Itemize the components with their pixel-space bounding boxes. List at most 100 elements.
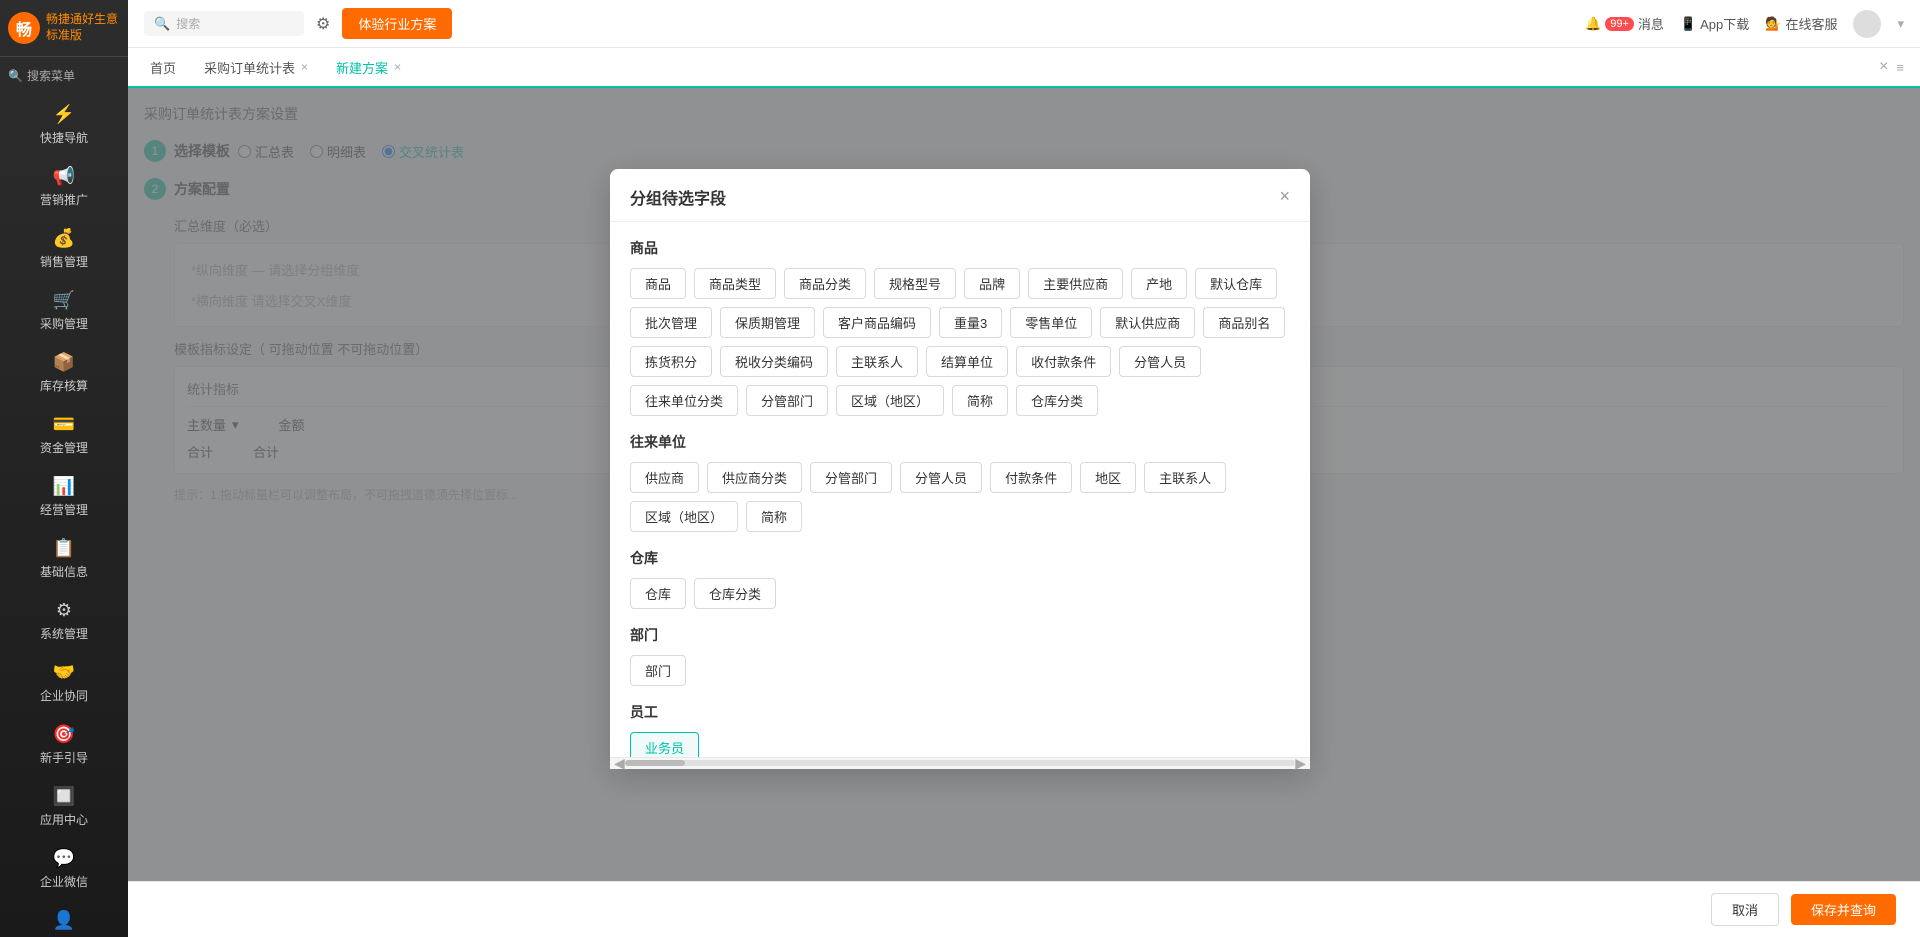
section-title-department: 部门 <box>630 625 1290 645</box>
service-icon: 💁 <box>1765 16 1781 32</box>
field-tag-payment-cond[interactable]: 付款条件 <box>990 462 1072 493</box>
field-tag-settlement-unit[interactable]: 结算单位 <box>926 346 1008 377</box>
corp-icon: 🤝 <box>53 662 75 683</box>
topbar-settings-icon[interactable]: ⚙ <box>316 14 330 34</box>
tab-home[interactable]: 首页 <box>136 48 190 88</box>
field-tag-region2-cp[interactable]: 区域（地区） <box>630 501 738 532</box>
field-grid-warehouse: 仓库仓库分类 <box>630 578 1290 609</box>
sidebar-item-finance[interactable]: 💳 资金管理 <box>0 404 128 466</box>
experience-btn[interactable]: 体验行业方案 <box>342 8 452 39</box>
tab-new-plan-close[interactable]: × <box>394 60 401 74</box>
sidebar-search[interactable]: 🔍 搜索菜单 <box>0 57 128 94</box>
field-tag-brand[interactable]: 品牌 <box>964 268 1020 299</box>
sidebar-item-purchase[interactable]: 🛒 采购管理 <box>0 280 128 342</box>
field-tag-retail-unit[interactable]: 零售单位 <box>1010 307 1092 338</box>
tab-purchase-stats[interactable]: 采购订单统计表 × <box>190 48 322 88</box>
bell-icon: 🔔 <box>1585 16 1601 32</box>
dialog-close-button[interactable]: × <box>1279 186 1290 207</box>
nav-tabs: 首页 采购订单统计表 × 新建方案 × × ≡ <box>128 48 1920 88</box>
user-dropdown-icon[interactable]: ▾ <box>1897 16 1904 32</box>
search-icon: 🔍 <box>8 69 23 83</box>
field-tag-abbr-cp[interactable]: 简称 <box>746 501 802 532</box>
system-icon: ⚙ <box>56 600 72 621</box>
logo-icon: 畅 <box>8 12 40 44</box>
field-tag-dept-mgmt[interactable]: 分管部门 <box>746 385 828 416</box>
field-tag-mgmt-person[interactable]: 分管人员 <box>900 462 982 493</box>
field-tag-mgmt-dept[interactable]: 分管部门 <box>810 462 892 493</box>
app-download-area[interactable]: 📱 App下载 <box>1680 14 1749 33</box>
section-title-warehouse: 仓库 <box>630 548 1290 568</box>
sidebar-item-corp[interactable]: 🤝 企业协同 <box>0 652 128 714</box>
sidebar-item-basic[interactable]: 📋 基础信息 <box>0 528 128 590</box>
online-service-area[interactable]: 💁 在线客服 <box>1765 14 1837 33</box>
field-tag-payment-terms[interactable]: 收付款条件 <box>1016 346 1111 377</box>
sidebar-item-sales[interactable]: 💰 销售管理 <box>0 218 128 280</box>
field-tag-tax-code[interactable]: 税收分类编码 <box>720 346 828 377</box>
field-tag-quality-mgmt[interactable]: 保质期管理 <box>720 307 815 338</box>
app-center-icon: 🔲 <box>53 786 75 807</box>
member-icon: 👤 <box>53 910 75 931</box>
confirm-button[interactable]: 保存并查询 <box>1791 894 1896 925</box>
field-tag-warehouse[interactable]: 仓库 <box>630 578 686 609</box>
hscroll-thumb[interactable] <box>625 760 685 766</box>
sidebar-item-inventory[interactable]: 📦 库存核算 <box>0 342 128 404</box>
field-tag-main-contact-cp[interactable]: 主联系人 <box>1144 462 1226 493</box>
field-tag-batch-mgmt[interactable]: 批次管理 <box>630 307 712 338</box>
section-title-employee: 员工 <box>630 702 1290 722</box>
notification-area[interactable]: 🔔 99+ 消息 <box>1585 14 1664 33</box>
sidebar-item-app-center[interactable]: 🔲 应用中心 <box>0 776 128 838</box>
field-grid-employee: 业务员 <box>630 732 1290 757</box>
hscroll-track <box>625 760 1295 766</box>
hscroll-left-arrow[interactable]: ◀ <box>614 755 625 772</box>
dialog-hscroll[interactable]: ◀ ▶ <box>610 757 1310 769</box>
sidebar-item-system[interactable]: ⚙ 系统管理 <box>0 590 128 652</box>
sidebar-item-wechat[interactable]: 💬 企业微信 <box>0 838 128 900</box>
sidebar-item-quick-nav[interactable]: ⚡ 快捷导航 <box>0 94 128 156</box>
sidebar-item-operations[interactable]: 📊 经营管理 <box>0 466 128 528</box>
tab-new-plan[interactable]: 新建方案 × <box>322 48 415 88</box>
field-tag-product-alias[interactable]: 商品别名 <box>1203 307 1285 338</box>
field-tag-warehouse-category[interactable]: 仓库分类 <box>1016 385 1098 416</box>
field-tag-region-product[interactable]: 区域（地区） <box>836 385 944 416</box>
topbar-search-area[interactable]: 🔍 搜索 <box>144 11 304 36</box>
sidebar-item-member[interactable]: 👤 畅会员 <box>0 900 128 937</box>
tabs-menu-icon[interactable]: ≡ <box>1896 60 1904 75</box>
tabs-close-all[interactable]: × <box>1879 58 1888 76</box>
field-tag-manager[interactable]: 分管人员 <box>1119 346 1201 377</box>
field-tag-customer-code[interactable]: 客户商品编码 <box>823 307 931 338</box>
field-tag-product[interactable]: 商品 <box>630 268 686 299</box>
field-tag-main-supplier[interactable]: 主要供应商 <box>1028 268 1123 299</box>
field-tag-origin[interactable]: 产地 <box>1131 268 1187 299</box>
field-tag-weight3[interactable]: 重量3 <box>939 307 1002 338</box>
field-tag-default-supplier[interactable]: 默认供应商 <box>1100 307 1195 338</box>
marketing-icon: 📢 <box>53 166 75 187</box>
field-tag-source-dept[interactable]: 往来单位分类 <box>630 385 738 416</box>
field-tag-supplier-category[interactable]: 供应商分类 <box>707 462 802 493</box>
field-grid-department: 部门 <box>630 655 1290 686</box>
sidebar-item-marketing[interactable]: 📢 营销推广 <box>0 156 128 218</box>
topbar-right: 🔔 99+ 消息 📱 App下载 💁 在线客服 ▾ <box>1585 10 1904 38</box>
field-tag-default-warehouse[interactable]: 默认仓库 <box>1195 268 1277 299</box>
field-tag-main-contact[interactable]: 主联系人 <box>836 346 918 377</box>
sidebar-item-guide[interactable]: 🎯 新手引导 <box>0 714 128 776</box>
field-tag-product-category[interactable]: 商品分类 <box>784 268 866 299</box>
field-tag-product-type[interactable]: 商品类型 <box>694 268 776 299</box>
field-tag-dept[interactable]: 部门 <box>630 655 686 686</box>
section-counterparty: 往来单位供应商供应商分类分管部门分管人员付款条件地区主联系人区域（地区） 简称 <box>630 432 1290 532</box>
section-warehouse: 仓库仓库仓库分类 <box>630 548 1290 609</box>
hscroll-right-arrow[interactable]: ▶ <box>1295 755 1306 772</box>
tab-purchase-stats-close[interactable]: × <box>301 60 308 74</box>
field-tag-region-cp[interactable]: 地区 <box>1080 462 1136 493</box>
topbar-search-icon: 🔍 <box>154 16 170 32</box>
finance-icon: 💳 <box>53 414 75 435</box>
field-tag-abbr-product[interactable]: 简称 <box>952 385 1008 416</box>
field-tag-spec-type[interactable]: 规格型号 <box>874 268 956 299</box>
cancel-button[interactable]: 取消 <box>1711 893 1779 926</box>
user-avatar[interactable] <box>1853 10 1881 38</box>
field-tag-salesperson[interactable]: 业务员 <box>630 732 699 757</box>
field-tag-supplier[interactable]: 供应商 <box>630 462 699 493</box>
section-title-counterparty: 往来单位 <box>630 432 1290 452</box>
inventory-icon: 📦 <box>53 352 75 373</box>
field-tag-pick-points[interactable]: 拣货积分 <box>630 346 712 377</box>
field-tag-warehouse-cat[interactable]: 仓库分类 <box>694 578 776 609</box>
